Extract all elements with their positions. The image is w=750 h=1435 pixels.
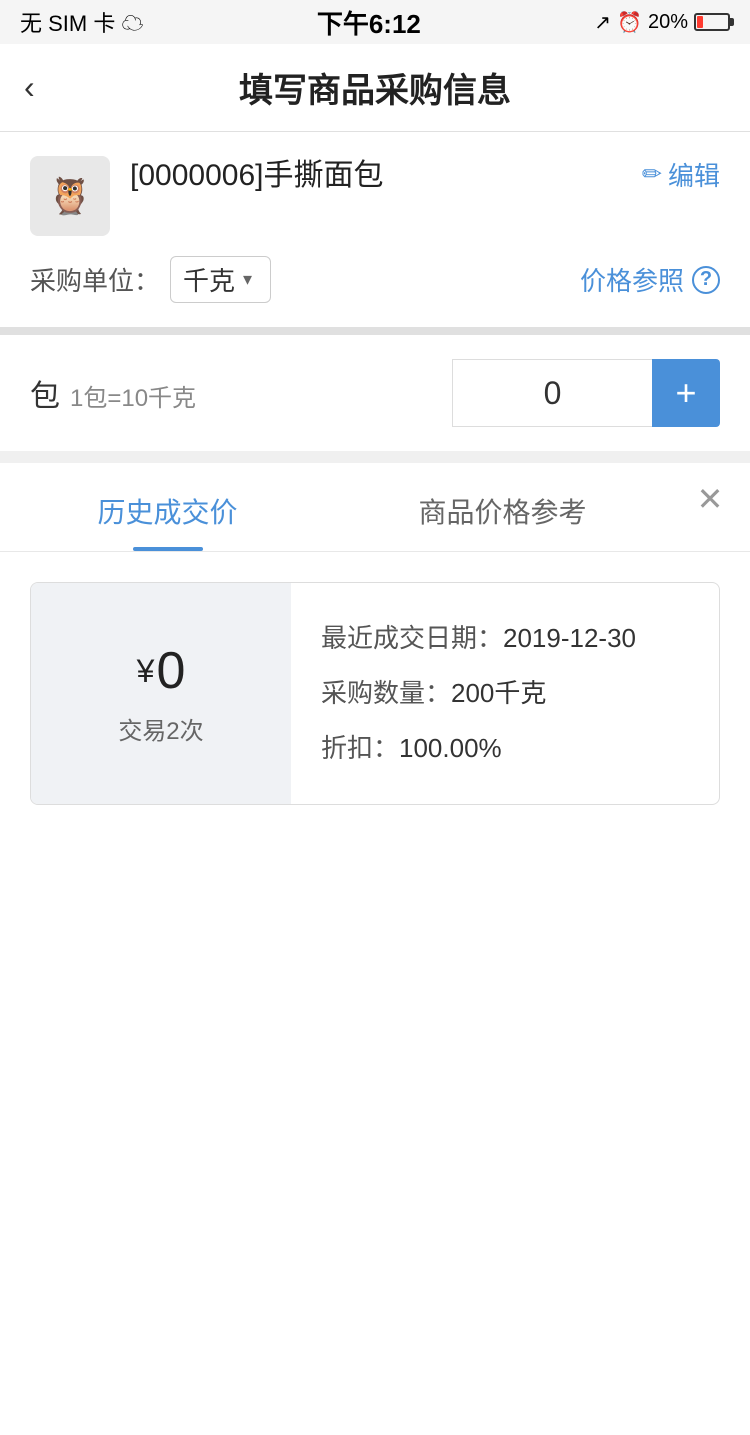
chevron-down-icon: ▾ <box>243 269 252 290</box>
page-title: 填写商品采购信息 <box>239 63 511 112</box>
price-detail-date-value: 2019-12-30 <box>503 623 636 653</box>
battery-icon <box>694 13 730 31</box>
product-name: [0000006]手撕面包 <box>130 156 383 195</box>
price-detail-qty-value: 200千克 <box>451 678 546 708</box>
price-ref-button[interactable]: 价格参照 ? <box>580 261 720 298</box>
status-right: ↗ ⏰ 20% <box>594 10 730 35</box>
info-icon: ? <box>692 266 720 294</box>
price-detail-discount: 折扣：100.00% <box>321 729 689 768</box>
tab-history-price-label: 历史成交价 <box>97 497 237 528</box>
price-detail-date-label: 最近成交日期： <box>321 623 503 653</box>
price-trades: 交易2次 <box>118 711 203 746</box>
price-detail-discount-label: 折扣： <box>321 733 399 763</box>
price-card-right: 最近成交日期：2019-12-30 采购数量：200千克 折扣：100.00% <box>291 583 719 804</box>
status-time: 下午6:12 <box>317 4 421 41</box>
price-detail-date: 最近成交日期：2019-12-30 <box>321 619 689 658</box>
edit-icon: ✏ <box>642 160 662 189</box>
tab-product-price-ref[interactable]: 商品价格参考 <box>335 463 670 551</box>
product-header: 🦉 [0000006]手撕面包 ✏ 编辑 <box>30 156 720 236</box>
tabs-header: 历史成交价 商品价格参考 ✕ <box>0 463 750 552</box>
quantity-label: 包 1包=10千克 <box>30 371 196 415</box>
edit-label: 编辑 <box>668 156 720 193</box>
price-detail-discount-value: 100.00% <box>399 733 502 763</box>
product-left: 🦉 [0000006]手撕面包 <box>30 156 383 236</box>
price-card-left: ¥ 0 交易2次 <box>31 583 291 804</box>
qty-conversion: 1包=10千克 <box>70 378 196 413</box>
unit-value: 千克 <box>183 261 235 298</box>
battery-pct: 20% <box>648 11 688 34</box>
status-bar: 无 SIM 卡 ☁ 下午6:12 ↗ ⏰ 20% <box>0 0 750 44</box>
qty-unit: 包 <box>30 371 60 415</box>
scroll-indicator <box>0 327 750 335</box>
tab-close-button[interactable]: ✕ <box>670 480 750 534</box>
product-info: [0000006]手撕面包 <box>130 156 383 195</box>
back-button[interactable]: ‹ <box>24 69 35 106</box>
unit-label: 采购单位： <box>30 261 160 298</box>
qty-input[interactable] <box>452 359 652 427</box>
price-number: 0 <box>156 641 185 701</box>
unit-left: 采购单位： 千克 ▾ <box>30 256 271 303</box>
bottom-area <box>0 835 750 1435</box>
product-unit-row: 采购单位： 千克 ▾ 价格参照 ? <box>30 256 720 303</box>
tab-product-price-ref-label: 商品价格参考 <box>418 497 586 528</box>
price-card: ¥ 0 交易2次 最近成交日期：2019-12-30 采购数量：200千克 折扣… <box>30 582 720 805</box>
product-image-icon: 🦉 <box>48 175 93 217</box>
price-detail-qty: 采购数量：200千克 <box>321 674 689 713</box>
price-ref-label: 价格参照 <box>580 261 684 298</box>
quantity-row: 包 1包=10千克 + <box>0 335 750 451</box>
tab-history-price[interactable]: 历史成交价 <box>0 463 335 551</box>
qty-plus-button[interactable]: + <box>652 359 720 427</box>
price-amount: ¥ 0 <box>137 641 186 701</box>
alarm-icon: ⏰ <box>617 10 642 35</box>
tab-content: ¥ 0 交易2次 最近成交日期：2019-12-30 采购数量：200千克 折扣… <box>0 552 750 835</box>
price-detail-qty-label: 采购数量： <box>321 678 451 708</box>
product-thumbnail: 🦉 <box>30 156 110 236</box>
product-section: 🦉 [0000006]手撕面包 ✏ 编辑 采购单位： 千克 ▾ 价格参照 ? <box>0 132 750 327</box>
nav-bar: ‹ 填写商品采购信息 <box>0 44 750 132</box>
qty-input-group: + <box>452 359 720 427</box>
status-left: 无 SIM 卡 ☁ <box>20 6 143 38</box>
tabs-section: 历史成交价 商品价格参考 ✕ ¥ 0 交易2次 最近成交日期：2019-12-3… <box>0 463 750 835</box>
unit-select-dropdown[interactable]: 千克 ▾ <box>170 256 271 303</box>
location-icon: ↗ <box>594 10 611 35</box>
signal-text: 无 SIM 卡 ☁ <box>20 6 143 38</box>
edit-button[interactable]: ✏ 编辑 <box>642 156 720 193</box>
currency-symbol: ¥ <box>137 653 155 690</box>
